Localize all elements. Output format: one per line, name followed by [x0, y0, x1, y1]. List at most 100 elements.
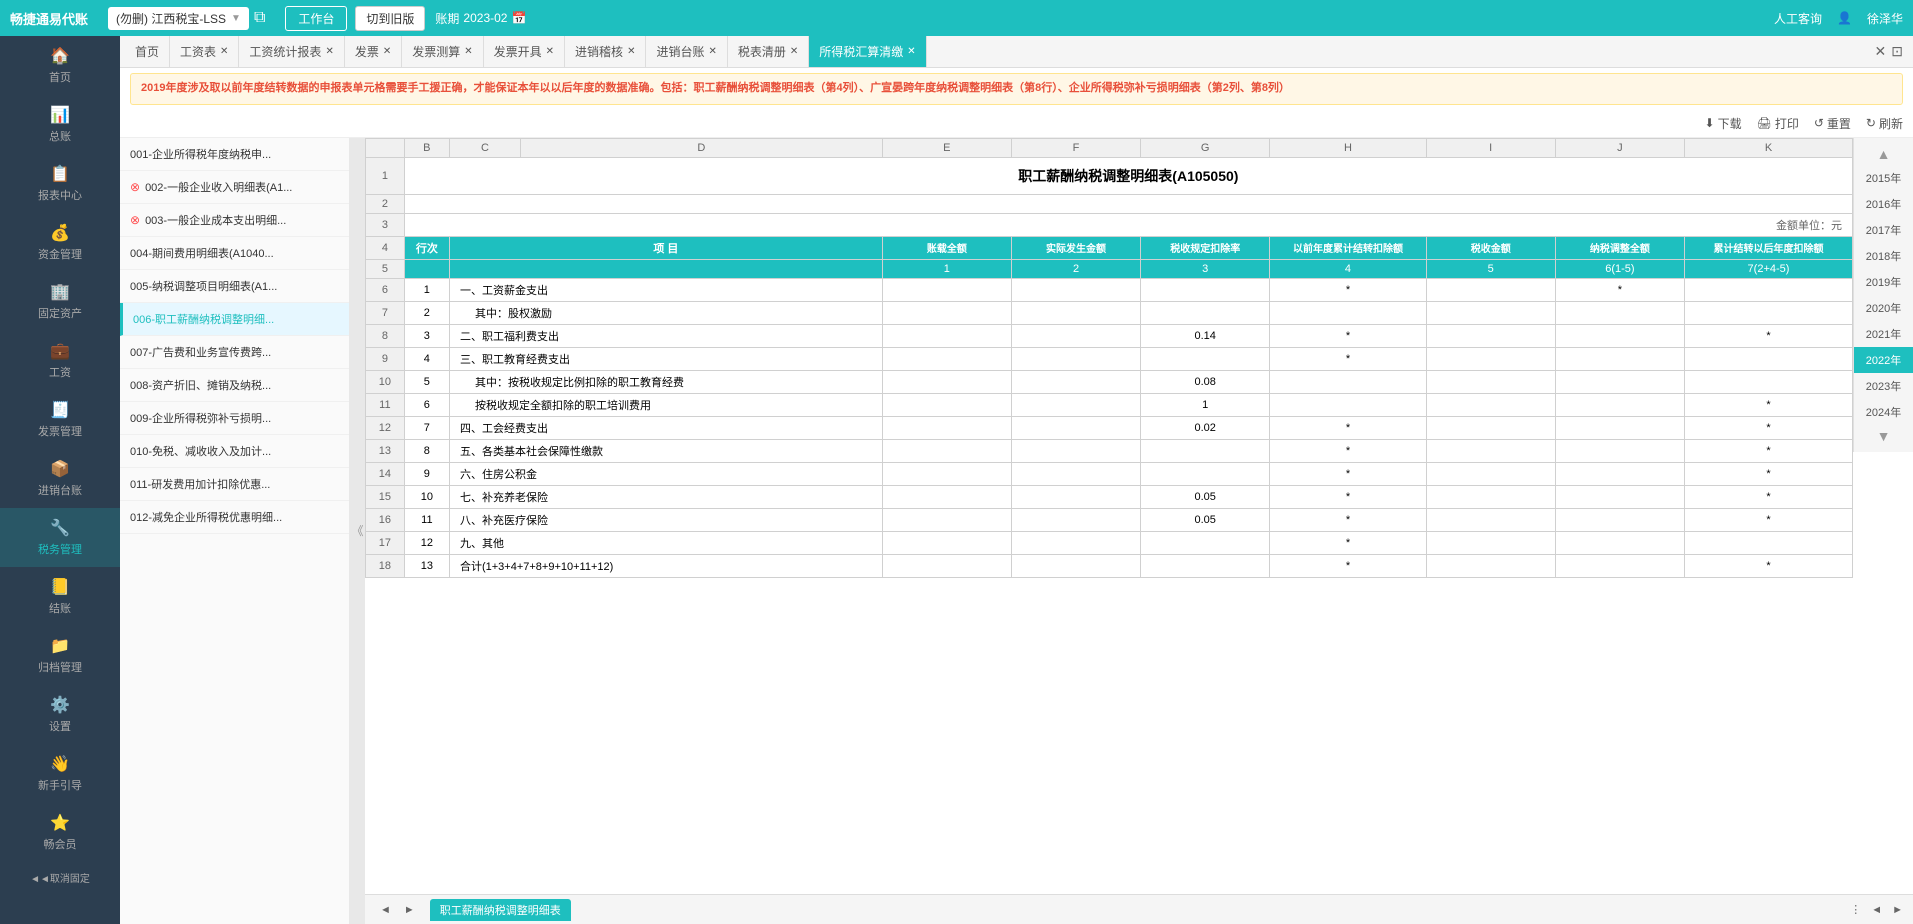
year-2022[interactable]: 2022年: [1854, 347, 1913, 373]
tab-sales-audit[interactable]: 进销稽核✕: [565, 36, 646, 68]
tab-tax-table[interactable]: 税表清册✕: [728, 36, 809, 68]
sidebar-item-invoice[interactable]: 🧾 发票管理: [0, 390, 120, 449]
r13-c4[interactable]: *: [1270, 554, 1426, 577]
r6-c7[interactable]: *: [1684, 393, 1852, 416]
tabs-close-all[interactable]: ✕: [1875, 43, 1887, 60]
tab-sales-audit-close[interactable]: ✕: [627, 46, 635, 57]
r9-c3[interactable]: [1141, 462, 1270, 485]
r13-item[interactable]: 合计(1+3+4+7+8+9+10+11+12): [449, 554, 882, 577]
r4-c2[interactable]: [1011, 347, 1140, 370]
calendar-icon[interactable]: 📅: [511, 11, 526, 25]
r2-c2[interactable]: [1011, 301, 1140, 324]
r7-c1[interactable]: [882, 416, 1011, 439]
workspace-button[interactable]: 工作台: [285, 6, 347, 31]
r13-c1[interactable]: [882, 554, 1011, 577]
sidebar-item-member[interactable]: ⭐ 畅会员: [0, 803, 120, 862]
r12-item[interactable]: 九、其他: [449, 531, 882, 554]
sheet-scroll-left[interactable]: ◄: [1871, 904, 1882, 916]
sidebar-item-funds[interactable]: 💰 资金管理: [0, 213, 120, 272]
reset-button[interactable]: ↺ 重置: [1814, 115, 1851, 132]
r8-c3[interactable]: [1141, 439, 1270, 462]
form-item-005[interactable]: 005-纳税调整项目明细表(A1...: [120, 270, 349, 303]
r2-c5[interactable]: [1426, 301, 1555, 324]
form-item-003[interactable]: ⊗ 003-一般企业成本支出明细...: [120, 204, 349, 237]
r10-num[interactable]: 10: [404, 485, 449, 508]
r11-c5[interactable]: [1426, 508, 1555, 531]
r4-c7[interactable]: [1684, 347, 1852, 370]
r7-c3[interactable]: 0.02: [1141, 416, 1270, 439]
r9-c2[interactable]: [1011, 462, 1140, 485]
r10-item[interactable]: 七、补充养老保险: [449, 485, 882, 508]
r11-c1[interactable]: [882, 508, 1011, 531]
year-2018[interactable]: 2018年: [1854, 243, 1913, 269]
r1-c7[interactable]: [1684, 278, 1852, 301]
r13-c2[interactable]: [1011, 554, 1140, 577]
r7-c2[interactable]: [1011, 416, 1140, 439]
r4-item[interactable]: 三、职工教育经费支出: [449, 347, 882, 370]
r5-item[interactable]: 其中：按税收规定比例扣除的职工教育经费: [449, 370, 882, 393]
r8-c7[interactable]: *: [1684, 439, 1852, 462]
r4-num[interactable]: 4: [404, 347, 449, 370]
year-2024[interactable]: 2024年: [1854, 399, 1913, 425]
r6-c4[interactable]: [1270, 393, 1426, 416]
sidebar-item-assets[interactable]: 🏢 固定资产: [0, 272, 120, 331]
tab-sales-ledger[interactable]: 进销台账✕: [646, 36, 727, 68]
r5-c5[interactable]: [1426, 370, 1555, 393]
sheet-options-icon[interactable]: ⋮: [1850, 903, 1861, 916]
r9-c6[interactable]: [1555, 462, 1684, 485]
r1-item[interactable]: 一、工资薪金支出: [449, 278, 882, 301]
sidebar-item-home[interactable]: 🏠 首页: [0, 36, 120, 95]
r10-c1[interactable]: [882, 485, 1011, 508]
r1-c2[interactable]: [1011, 278, 1140, 301]
r6-num[interactable]: 6: [404, 393, 449, 416]
form-item-012[interactable]: 012-减免企业所得税优惠明细...: [120, 501, 349, 534]
user-avatar[interactable]: 👤: [1837, 11, 1852, 25]
cancel-fixed-button[interactable]: ◄◄取消固定: [0, 862, 120, 893]
r7-c4[interactable]: *: [1270, 416, 1426, 439]
r6-c2[interactable]: [1011, 393, 1140, 416]
r5-c7[interactable]: [1684, 370, 1852, 393]
form-item-006[interactable]: 006-职工薪酬纳税调整明细...: [120, 303, 349, 336]
form-item-001[interactable]: 001-企业所得税年度纳税申...: [120, 138, 349, 171]
r3-c4[interactable]: *: [1270, 324, 1426, 347]
sidebar-item-tax[interactable]: 🔧 税务管理: [0, 508, 120, 567]
r7-num[interactable]: 7: [404, 416, 449, 439]
sidebar-item-reports[interactable]: 📋 报表中心: [0, 154, 120, 213]
r2-item[interactable]: 其中：股权激励: [449, 301, 882, 324]
r2-num[interactable]: 2: [404, 301, 449, 324]
year-2021[interactable]: 2021年: [1854, 321, 1913, 347]
r2-c7[interactable]: [1684, 301, 1852, 324]
r5-c3[interactable]: 0.08: [1141, 370, 1270, 393]
form-item-009[interactable]: 009-企业所得税弥补亏损明...: [120, 402, 349, 435]
r5-c1[interactable]: [882, 370, 1011, 393]
tabs-maximize[interactable]: ⊡: [1891, 43, 1903, 60]
r13-c5[interactable]: [1426, 554, 1555, 577]
r6-c6[interactable]: [1555, 393, 1684, 416]
form-item-004[interactable]: 004-期间费用明细表(A1040...: [120, 237, 349, 270]
r10-c4[interactable]: *: [1270, 485, 1426, 508]
spreadsheet-scroll[interactable]: B C D E F G H I J K: [365, 138, 1913, 894]
tab-tax-table-close[interactable]: ✕: [790, 46, 798, 57]
r4-c3[interactable]: [1141, 347, 1270, 370]
r10-c7[interactable]: *: [1684, 485, 1852, 508]
r7-c6[interactable]: [1555, 416, 1684, 439]
tab-payroll-close[interactable]: ✕: [220, 46, 228, 57]
r1-c4[interactable]: *: [1270, 278, 1426, 301]
tab-payroll-stats-close[interactable]: ✕: [325, 46, 333, 57]
r3-item[interactable]: 二、职工福利费支出: [449, 324, 882, 347]
sheet-scroll-right[interactable]: ►: [1892, 904, 1903, 916]
form-item-011[interactable]: 011-研发费用加计扣除优惠...: [120, 468, 349, 501]
r5-c6[interactable]: [1555, 370, 1684, 393]
sidebar-item-payroll[interactable]: 💼 工资: [0, 331, 120, 390]
r1-c6[interactable]: *: [1555, 278, 1684, 301]
r1-num[interactable]: 1: [404, 278, 449, 301]
r6-item[interactable]: 按税收规定全额扣除的职工培训费用: [449, 393, 882, 416]
r8-num[interactable]: 8: [404, 439, 449, 462]
r12-c3[interactable]: [1141, 531, 1270, 554]
r2-c3[interactable]: [1141, 301, 1270, 324]
r4-c1[interactable]: [882, 347, 1011, 370]
year-nav-up[interactable]: ▲: [1877, 143, 1891, 165]
form-item-010[interactable]: 010-免税、减收收入及加计...: [120, 435, 349, 468]
r12-c4[interactable]: *: [1270, 531, 1426, 554]
r9-item[interactable]: 六、住房公积金: [449, 462, 882, 485]
